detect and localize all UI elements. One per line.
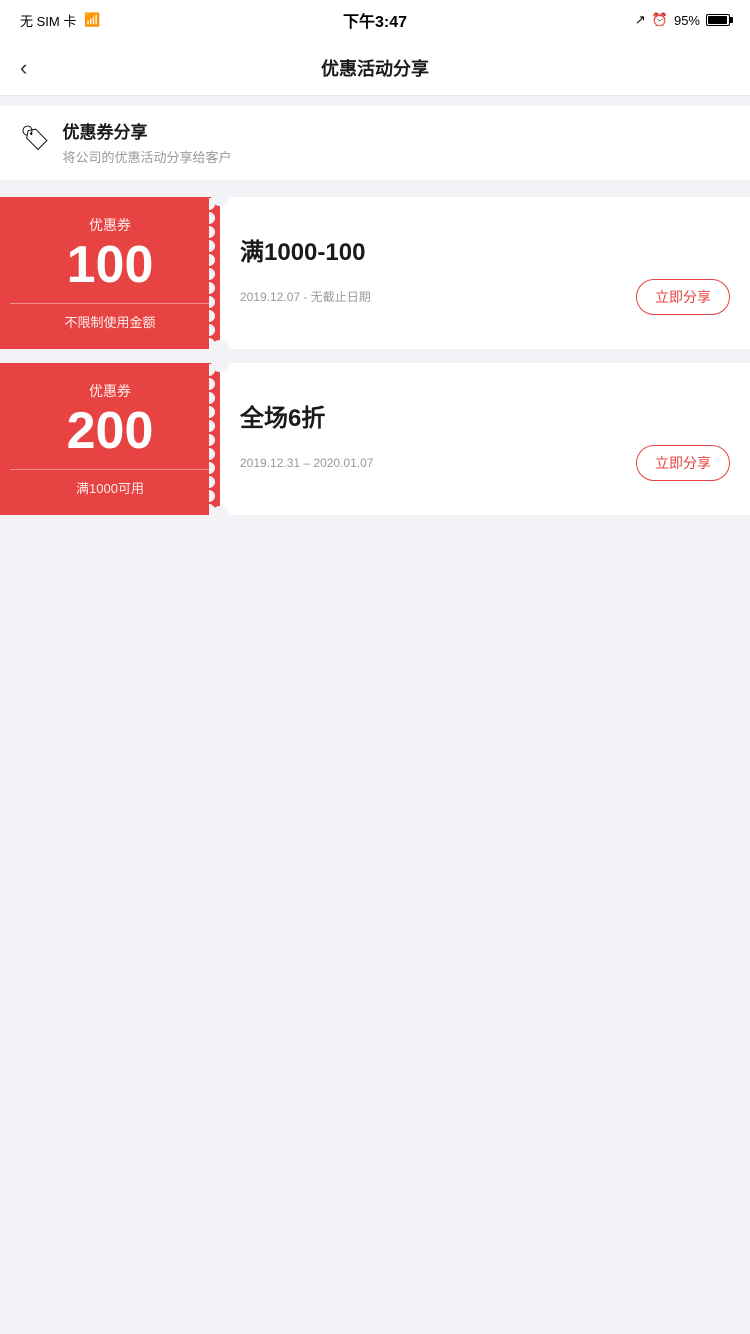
coupon-card-1: 优惠券 200 满1000可用 全场6折 2019.12.31 – 2020.0…: [0, 363, 750, 515]
coupon-date-0: 2019.12.07 - 无截止日期: [240, 288, 626, 305]
alarm-icon: ⏰: [652, 12, 668, 28]
status-bar: 无 SIM 卡 📶 下午3:47 ↗ ⏰ 95%: [0, 0, 750, 40]
coupon-left-1: 优惠券 200 满1000可用: [0, 363, 220, 515]
coupon-amount-1: 200: [67, 405, 154, 457]
coupon-right-1: 全场6折 2019.12.31 – 2020.01.07 立即分享: [220, 363, 750, 515]
battery-icon: [706, 14, 730, 26]
coupon-list: 优惠券 100 不限制使用金额 满1000-100 2019.12.07 - 无…: [0, 181, 750, 545]
coupon-condition-1: 满1000可用: [10, 469, 210, 497]
coupon-bottom-1: 2019.12.31 – 2020.01.07 立即分享: [240, 445, 730, 481]
coupon-condition-0: 不限制使用金额: [10, 303, 210, 331]
coupon-icon: 🏷: [20, 124, 50, 153]
coupon-label-1: 优惠券: [89, 381, 131, 401]
back-button[interactable]: ‹: [20, 55, 27, 81]
separator-top: [0, 96, 750, 106]
carrier-text: 无 SIM 卡: [20, 11, 76, 30]
location-icon: ↗: [635, 12, 646, 28]
share-button-1[interactable]: 立即分享: [636, 445, 730, 481]
section-header: 🏷 优惠券分享 将公司的优惠活动分享给客户: [0, 106, 750, 181]
coupon-card-0: 优惠券 100 不限制使用金额 满1000-100 2019.12.07 - 无…: [0, 197, 750, 349]
wifi-icon: 📶: [84, 12, 100, 28]
nav-bar: ‹ 优惠活动分享: [0, 40, 750, 96]
coupon-name-1: 全场6折: [240, 398, 730, 433]
section-subtitle: 将公司的优惠活动分享给客户: [62, 147, 231, 166]
share-button-0[interactable]: 立即分享: [636, 279, 730, 315]
battery-fill: [708, 16, 727, 24]
battery-text: 95%: [674, 13, 700, 28]
coupon-bottom-0: 2019.12.07 - 无截止日期 立即分享: [240, 279, 730, 315]
bottom-area: [0, 545, 750, 1145]
section-title: 优惠券分享: [62, 122, 231, 144]
status-time: 下午3:47: [343, 8, 407, 32]
status-right: ↗ ⏰ 95%: [635, 12, 730, 28]
coupon-amount-0: 100: [67, 239, 154, 291]
status-left: 无 SIM 卡 📶: [20, 11, 101, 30]
coupon-date-1: 2019.12.31 – 2020.01.07: [240, 456, 626, 470]
page-title: 优惠活动分享: [321, 55, 429, 81]
coupon-right-0: 满1000-100 2019.12.07 - 无截止日期 立即分享: [220, 197, 750, 349]
coupon-left-0: 优惠券 100 不限制使用金额: [0, 197, 220, 349]
section-text: 优惠券分享 将公司的优惠活动分享给客户: [62, 122, 231, 166]
coupon-label-0: 优惠券: [89, 215, 131, 235]
coupon-name-0: 满1000-100: [240, 232, 730, 267]
